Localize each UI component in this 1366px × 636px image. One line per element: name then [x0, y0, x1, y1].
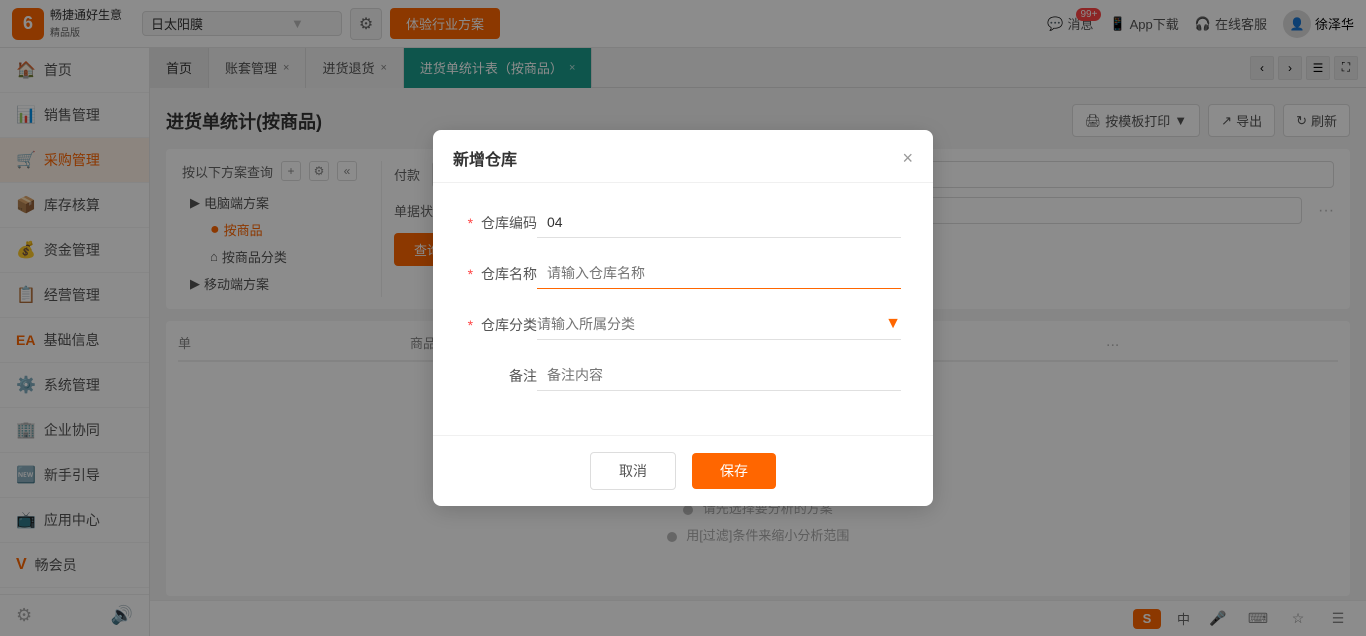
dialog-header: 新增仓库 × [433, 130, 933, 183]
new-warehouse-dialog: 新增仓库 × * 仓库编码 * 仓库名称 [433, 130, 933, 506]
name-label: * 仓库名称 [465, 264, 537, 284]
dropdown-icon: ▼ [885, 315, 901, 333]
required-star: * [468, 317, 473, 333]
code-label: * 仓库编码 [465, 213, 537, 233]
category-select-row[interactable]: ▼ [537, 309, 901, 340]
form-row-name: * 仓库名称 [465, 258, 901, 289]
required-star: * [468, 215, 473, 231]
required-star: * [468, 266, 473, 282]
dialog-footer: 取消 保存 [433, 435, 933, 506]
remark-label: 备注 [465, 366, 537, 386]
save-button[interactable]: 保存 [692, 453, 776, 489]
form-row-category: * 仓库分类 ▼ [465, 309, 901, 340]
code-input[interactable] [537, 207, 901, 238]
form-row-code: * 仓库编码 [465, 207, 901, 238]
category-input[interactable] [537, 309, 885, 339]
remark-input[interactable] [537, 360, 901, 391]
overlay[interactable]: 新增仓库 × * 仓库编码 * 仓库名称 [0, 0, 1366, 636]
dialog-close-btn[interactable]: × [902, 149, 913, 167]
dialog-title: 新增仓库 [453, 146, 517, 170]
category-label: * 仓库分类 [465, 315, 537, 335]
dialog-body: * 仓库编码 * 仓库名称 * 仓库分类 [433, 183, 933, 435]
cancel-button[interactable]: 取消 [590, 452, 676, 490]
name-input[interactable] [537, 258, 901, 289]
form-row-remark: 备注 [465, 360, 901, 391]
